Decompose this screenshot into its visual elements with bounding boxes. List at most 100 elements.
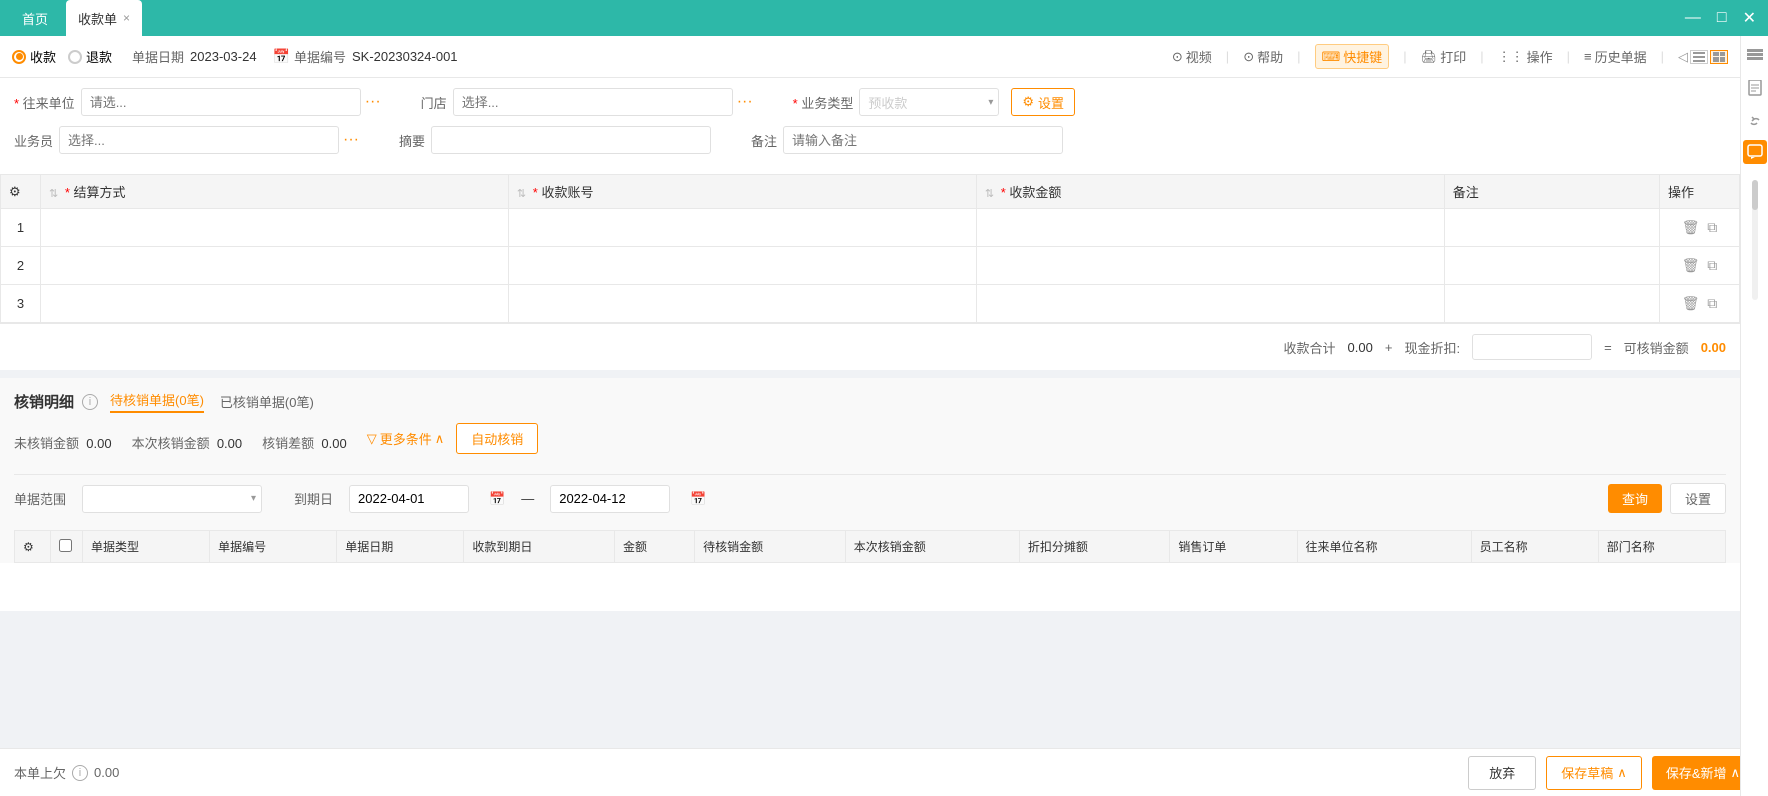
copy-row-2-icon[interactable]: ⧉ — [1705, 255, 1719, 275]
salesperson-more-icon[interactable]: ··· — [343, 131, 359, 149]
receipt-radio[interactable]: 收款 — [12, 47, 56, 66]
range-select[interactable] — [82, 485, 262, 513]
sidebar-table-icon[interactable] — [1743, 44, 1767, 68]
refund-radio[interactable]: 退款 — [68, 47, 112, 66]
summary-label: 摘要 — [399, 131, 425, 150]
writeoff-info-icon[interactable]: i — [82, 394, 98, 410]
due-label: 到期日 — [294, 489, 333, 508]
operation-col-header: 操作 — [1660, 175, 1740, 209]
gear-icon[interactable]: ⚙ — [9, 184, 21, 199]
minimize-button[interactable]: — — [1681, 9, 1705, 27]
shop-input[interactable] — [453, 88, 733, 116]
table-row: 2 🗑 ⧉ — [1, 247, 1740, 285]
sidebar-chat-icon[interactable] — [1743, 140, 1767, 164]
layout-list-icon[interactable] — [1690, 50, 1708, 64]
amount-cell-1[interactable] — [976, 209, 1444, 247]
home-tab[interactable]: 首页 — [8, 0, 62, 36]
copy-row-1-icon[interactable]: ⧉ — [1705, 217, 1719, 237]
shortcut-button[interactable]: ⌨ 快捷键 — [1315, 44, 1390, 69]
bottom-gear-header[interactable]: ⚙ — [15, 531, 51, 563]
copy-row-3-icon[interactable]: ⧉ — [1705, 293, 1719, 313]
doc-number-header: 单据编号 — [210, 531, 337, 563]
remark-label: 备注 — [751, 131, 777, 150]
save-draft-arrow-icon: ∧ — [1617, 765, 1627, 781]
delete-row-3-icon[interactable]: 🗑 — [1680, 293, 1702, 313]
date-label: 单据日期 — [132, 47, 184, 66]
date-value: 2023-03-24 — [190, 49, 257, 64]
account-cell-1[interactable] — [508, 209, 976, 247]
footer-info-icon[interactable]: i — [72, 765, 88, 781]
amount-header: 金额 — [614, 531, 694, 563]
layout-icons: ◁ — [1678, 49, 1728, 65]
help-button[interactable]: ⊙ 帮助 — [1243, 47, 1283, 66]
bottom-check-header[interactable] — [51, 531, 83, 563]
receipt-tab[interactable]: 收款单 × — [66, 0, 142, 36]
video-button[interactable]: ⊙ 视频 — [1172, 47, 1212, 66]
sales-order-header: 销售订单 — [1170, 531, 1297, 563]
counterpart-input[interactable] — [81, 88, 361, 116]
auto-writeoff-button[interactable]: 自动核销 — [456, 423, 538, 454]
result-label: 可核销金额 — [1624, 338, 1689, 357]
summary-row: 收款合计 0.00 + 现金折扣: = 可核销金额 0.00 — [0, 323, 1740, 370]
remark-cell-1[interactable] — [1444, 209, 1659, 247]
account-cell-3[interactable] — [508, 285, 976, 323]
done-tab[interactable]: 已核销单据(0笔) — [220, 392, 314, 411]
amount-cell-3[interactable] — [976, 285, 1444, 323]
settlement-cell-1[interactable] — [41, 209, 509, 247]
plus-sign: + — [1385, 340, 1393, 355]
setting-button[interactable]: ⚙ 设置 — [1011, 88, 1075, 116]
shop-more-icon[interactable]: ··· — [737, 93, 753, 111]
sidebar-link-icon[interactable] — [1743, 108, 1767, 132]
writeoff-setting-button[interactable]: 设置 — [1670, 483, 1726, 514]
salesperson-label: 业务员 — [14, 131, 53, 150]
scrollbar-thumb[interactable] — [1752, 180, 1758, 210]
receipt-radio-label: 收款 — [30, 47, 56, 66]
select-all-checkbox[interactable] — [59, 539, 72, 552]
footer-current-value: 0.00 — [94, 765, 119, 780]
save-draft-button[interactable]: 保存草稿 ∧ — [1546, 756, 1642, 790]
remark-cell-2[interactable] — [1444, 247, 1659, 285]
writeoff-section: 核销明细 i 待核销单据(0笔) 已核销单据(0笔) 未核销金额 0.00 本次… — [0, 370, 1740, 563]
layout-grid-icon[interactable] — [1710, 50, 1728, 64]
gear-col-header[interactable]: ⚙ — [1, 175, 41, 209]
sidebar-doc-icon[interactable] — [1743, 76, 1767, 100]
close-tab-icon[interactable]: × — [123, 11, 130, 25]
remark-input[interactable] — [783, 126, 1063, 154]
counterpart-more-icon[interactable]: ··· — [365, 93, 381, 111]
discount-input[interactable] — [1472, 334, 1592, 360]
writeoff-table: ⚙ 单据类型 单据编号 单据日期 收款到期日 金额 待核销金额 本次核销金额 折… — [14, 530, 1726, 563]
current-writeoff-label: 本次核销金额 0.00 — [132, 433, 243, 452]
number-label: 单据编号 — [294, 47, 346, 66]
delete-row-1-icon[interactable]: 🗑 — [1680, 217, 1702, 237]
save-new-button[interactable]: 保存&新增 ∧ — [1652, 756, 1754, 790]
more-conditions-button[interactable]: ▽ 更多条件 ∧ — [367, 429, 445, 448]
settlement-cell-3[interactable] — [41, 285, 509, 323]
close-window-button[interactable]: ✕ — [1739, 8, 1760, 28]
summary-input[interactable] — [431, 126, 711, 154]
discount-amount-header: 折扣分摊额 — [1019, 531, 1170, 563]
history-button[interactable]: ≡ 历史单据 — [1584, 47, 1647, 66]
pending-tab[interactable]: 待核销单据(0笔) — [110, 390, 204, 413]
business-type-input[interactable] — [859, 88, 999, 116]
due-from-input[interactable] — [349, 485, 469, 513]
due-from-calendar-icon[interactable]: 📅 — [489, 491, 505, 507]
remark-col-header: 备注 — [1444, 175, 1659, 209]
salesperson-input[interactable] — [59, 126, 339, 154]
due-to-input[interactable] — [550, 485, 670, 513]
remark-cell-3[interactable] — [1444, 285, 1659, 323]
due-to-calendar-icon[interactable]: 📅 — [690, 491, 706, 507]
unchecked-label: 未核销金额 0.00 — [14, 433, 112, 452]
current-amount-header: 本次核销金额 — [845, 531, 1019, 563]
account-cell-2[interactable] — [508, 247, 976, 285]
footer-current-label: 本单上欠 — [14, 763, 66, 782]
operate-button[interactable]: ⋮⋮ 操作 — [1498, 47, 1553, 66]
amount-cell-2[interactable] — [976, 247, 1444, 285]
maximize-button[interactable]: □ — [1713, 9, 1731, 27]
settlement-cell-2[interactable] — [41, 247, 509, 285]
abandon-button[interactable]: 放弃 — [1468, 756, 1536, 790]
print-button[interactable]: 🖨 打印 — [1421, 47, 1467, 66]
layout-prev-icon[interactable]: ◁ — [1678, 49, 1688, 65]
query-button[interactable]: 查询 — [1608, 484, 1662, 513]
calendar-icon[interactable]: 📅 — [273, 48, 290, 65]
delete-row-2-icon[interactable]: 🗑 — [1680, 255, 1702, 275]
